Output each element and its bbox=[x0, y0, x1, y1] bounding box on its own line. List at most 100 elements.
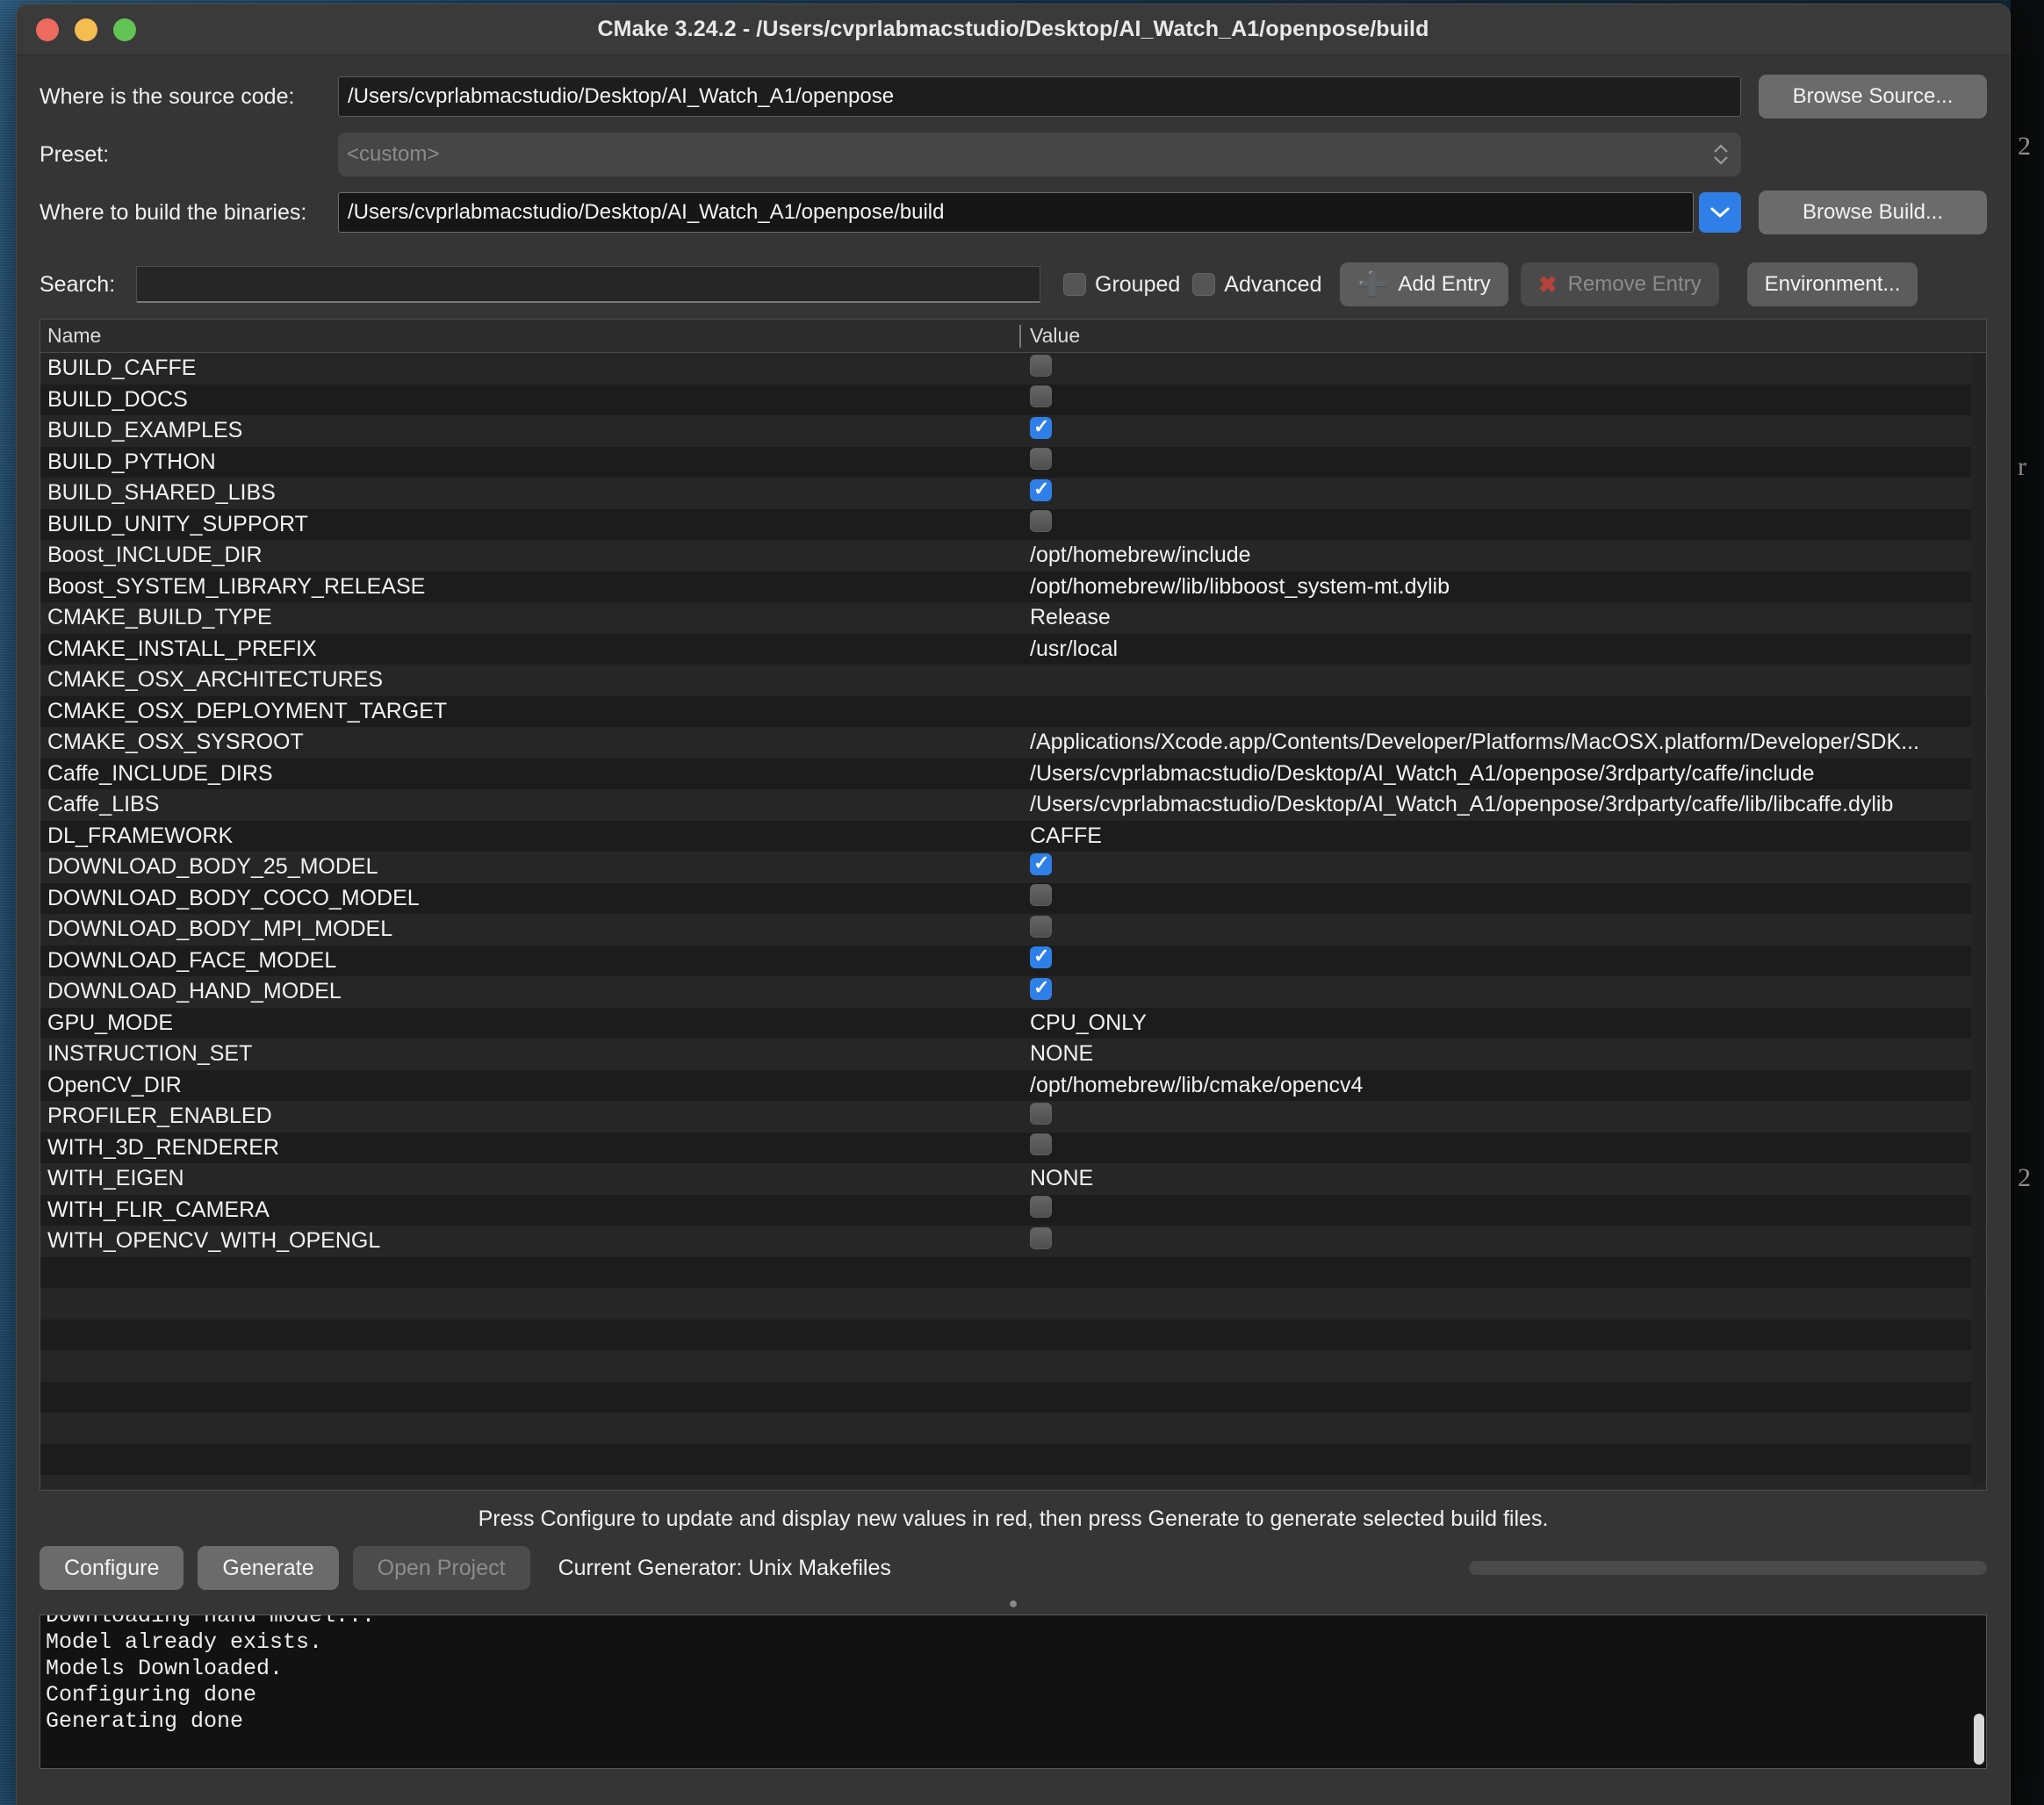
cache-variable-value[interactable]: /Applications/Xcode.app/Contents/Develop… bbox=[1021, 730, 1986, 755]
checkbox-checked-icon[interactable] bbox=[1030, 852, 1052, 875]
splitter-grip[interactable]: ● bbox=[17, 1592, 2010, 1611]
table-row-empty[interactable] bbox=[40, 1443, 1986, 1475]
checkbox-checked-icon[interactable] bbox=[1030, 946, 1052, 969]
table-row-empty[interactable] bbox=[40, 1350, 1986, 1382]
table-row[interactable]: DOWNLOAD_BODY_MPI_MODEL bbox=[40, 914, 1986, 946]
generate-button[interactable]: Generate bbox=[198, 1546, 339, 1590]
cache-variable-value[interactable] bbox=[1021, 510, 1986, 538]
table-row[interactable]: DL_FRAMEWORK CAFFE bbox=[40, 820, 1986, 852]
cache-variable-value[interactable] bbox=[1021, 478, 1986, 507]
minimize-window-icon[interactable] bbox=[75, 18, 97, 41]
cache-variable-value[interactable]: /Users/cvprlabmacstudio/Desktop/AI_Watch… bbox=[1021, 792, 1986, 817]
checkbox-unchecked-icon[interactable] bbox=[1030, 1226, 1052, 1249]
table-row[interactable]: Caffe_LIBS/Users/cvprlabmacstudio/Deskto… bbox=[40, 789, 1986, 821]
table-row-empty[interactable] bbox=[40, 1413, 1986, 1444]
checkbox-checked-icon[interactable] bbox=[1030, 977, 1052, 1000]
cache-variable-value[interactable] bbox=[1021, 946, 1986, 974]
checkbox-unchecked-icon[interactable] bbox=[1030, 884, 1052, 907]
cache-variable-value[interactable]: /opt/homebrew/lib/cmake/opencv4 bbox=[1021, 1073, 1986, 1098]
checkbox-unchecked-icon[interactable] bbox=[1030, 1133, 1052, 1156]
console-output[interactable]: Downloading hand model... Model already e… bbox=[40, 1614, 1987, 1769]
table-row[interactable]: DOWNLOAD_HAND_MODEL bbox=[40, 976, 1986, 1008]
table-row[interactable]: WITH_FLIR_CAMERA bbox=[40, 1194, 1986, 1226]
table-row[interactable]: WITH_3D_RENDERER bbox=[40, 1132, 1986, 1163]
cache-variable-value[interactable] bbox=[1021, 1102, 1986, 1131]
preset-select[interactable]: <custom> bbox=[338, 133, 1741, 176]
add-entry-button[interactable]: ➕ Add Entry bbox=[1339, 262, 1508, 306]
cache-variable-value[interactable]: NONE bbox=[1021, 1041, 1986, 1067]
cache-variable-value[interactable] bbox=[1021, 448, 1986, 476]
table-row[interactable]: PROFILER_ENABLED bbox=[40, 1101, 1986, 1133]
table-scrollbar[interactable] bbox=[1971, 354, 1985, 1486]
table-row[interactable]: CMAKE_OSX_SYSROOT/Applications/Xcode.app… bbox=[40, 727, 1986, 759]
table-row[interactable]: BUILD_UNITY_SUPPORT bbox=[40, 508, 1986, 540]
table-row[interactable]: CMAKE_INSTALL_PREFIX/usr/local bbox=[40, 633, 1986, 665]
grouped-checkbox-wrapper[interactable]: Grouped bbox=[1063, 272, 1180, 298]
checkbox-unchecked-icon[interactable] bbox=[1030, 1102, 1052, 1125]
build-history-dropdown-button[interactable] bbox=[1699, 192, 1741, 233]
table-row[interactable]: CMAKE_BUILD_TYPE Release bbox=[40, 602, 1986, 634]
open-project-button[interactable]: Open Project bbox=[352, 1546, 530, 1590]
browse-build-button[interactable]: Browse Build... bbox=[1759, 191, 1987, 234]
maximize-window-icon[interactable] bbox=[113, 18, 136, 41]
table-row[interactable]: BUILD_CAFFE bbox=[40, 353, 1986, 385]
table-row[interactable]: INSTRUCTION_SET NONE bbox=[40, 1039, 1986, 1070]
cache-variable-value[interactable] bbox=[1021, 884, 1986, 912]
cache-variable-value[interactable]: CAFFE bbox=[1021, 823, 1986, 849]
checkbox-unchecked-icon[interactable] bbox=[1030, 385, 1052, 408]
table-row[interactable]: BUILD_EXAMPLES bbox=[40, 415, 1986, 447]
configure-button[interactable]: Configure bbox=[40, 1546, 184, 1590]
checkbox-checked-icon[interactable] bbox=[1030, 416, 1052, 439]
cache-variable-value[interactable]: NONE bbox=[1021, 1166, 1986, 1191]
browse-source-button[interactable]: Browse Source... bbox=[1759, 75, 1987, 119]
source-code-input[interactable]: /Users/cvprlabmacstudio/Desktop/AI_Watch… bbox=[338, 76, 1741, 117]
cache-variable-value[interactable]: CPU_ONLY bbox=[1021, 1010, 1986, 1036]
cache-variable-value[interactable] bbox=[1021, 1196, 1986, 1224]
cache-variable-value[interactable] bbox=[1021, 1133, 1986, 1161]
table-row[interactable]: WITH_OPENCV_WITH_OPENGL bbox=[40, 1226, 1986, 1257]
cache-variable-value[interactable] bbox=[1021, 915, 1986, 944]
cache-variable-value[interactable] bbox=[1021, 977, 1986, 1006]
table-row[interactable]: GPU_MODE CPU_ONLY bbox=[40, 1007, 1986, 1039]
table-row[interactable]: OpenCV_DIR/opt/homebrew/lib/cmake/opencv… bbox=[40, 1069, 1986, 1101]
console-scrollbar[interactable] bbox=[1974, 1714, 1984, 1765]
cache-variable-value[interactable] bbox=[1021, 354, 1986, 383]
table-row-empty[interactable] bbox=[40, 1381, 1986, 1413]
window-titlebar[interactable]: CMake 3.24.2 - /Users/cvprlabmacstudio/D… bbox=[17, 4, 2010, 55]
cache-variable-value[interactable]: /Users/cvprlabmacstudio/Desktop/AI_Watch… bbox=[1021, 761, 1986, 787]
table-row-empty[interactable] bbox=[40, 1256, 1986, 1288]
cache-variable-value[interactable] bbox=[1021, 385, 1986, 413]
table-row[interactable]: BUILD_DOCS bbox=[40, 384, 1986, 415]
table-row-empty[interactable] bbox=[40, 1319, 1986, 1350]
checkbox-unchecked-icon[interactable] bbox=[1030, 1196, 1052, 1219]
cache-variable-value[interactable]: Release bbox=[1021, 605, 1986, 630]
advanced-checkbox-wrapper[interactable]: Advanced bbox=[1192, 272, 1322, 298]
column-header-name[interactable]: Name bbox=[40, 324, 1019, 348]
table-row[interactable]: Boost_INCLUDE_DIR/opt/homebrew/include bbox=[40, 540, 1986, 572]
table-row[interactable]: WITH_EIGEN NONE bbox=[40, 1163, 1986, 1195]
checkbox-unchecked-icon[interactable] bbox=[1030, 448, 1052, 471]
table-row-empty[interactable] bbox=[40, 1475, 1986, 1490]
table-row[interactable]: Boost_SYSTEM_LIBRARY_RELEASE/opt/homebre… bbox=[40, 571, 1986, 602]
checkbox-unchecked-icon[interactable] bbox=[1030, 354, 1052, 377]
remove-entry-button[interactable]: ✖ Remove Entry bbox=[1520, 262, 1719, 306]
search-input[interactable] bbox=[136, 266, 1040, 303]
cache-variable-value[interactable]: /opt/homebrew/lib/libboost_system-mt.dyl… bbox=[1021, 574, 1986, 600]
column-header-value[interactable]: Value bbox=[1021, 324, 1986, 348]
table-row[interactable]: DOWNLOAD_FACE_MODEL bbox=[40, 945, 1986, 976]
cache-variable-value[interactable] bbox=[1021, 852, 1986, 881]
cache-variable-value[interactable] bbox=[1021, 1226, 1986, 1255]
table-row[interactable]: CMAKE_OSX_DEPLOYMENT_TARGET bbox=[40, 695, 1986, 727]
advanced-checkbox[interactable] bbox=[1192, 273, 1216, 296]
checkbox-unchecked-icon[interactable] bbox=[1030, 510, 1052, 533]
build-binaries-input[interactable]: /Users/cvprlabmacstudio/Desktop/AI_Watch… bbox=[338, 192, 1694, 233]
close-window-icon[interactable] bbox=[36, 18, 59, 41]
table-row[interactable]: Caffe_INCLUDE_DIRS/Users/cvprlabmacstudi… bbox=[40, 758, 1986, 789]
table-row[interactable]: BUILD_SHARED_LIBS bbox=[40, 478, 1986, 509]
checkbox-unchecked-icon[interactable] bbox=[1030, 915, 1052, 938]
table-row[interactable]: DOWNLOAD_BODY_COCO_MODEL bbox=[40, 882, 1986, 914]
table-row[interactable]: CMAKE_OSX_ARCHITECTURES bbox=[40, 665, 1986, 696]
cache-variable-value[interactable]: /usr/local bbox=[1021, 636, 1986, 662]
checkbox-checked-icon[interactable] bbox=[1030, 478, 1052, 501]
cache-variable-value[interactable]: /opt/homebrew/include bbox=[1021, 543, 1986, 568]
